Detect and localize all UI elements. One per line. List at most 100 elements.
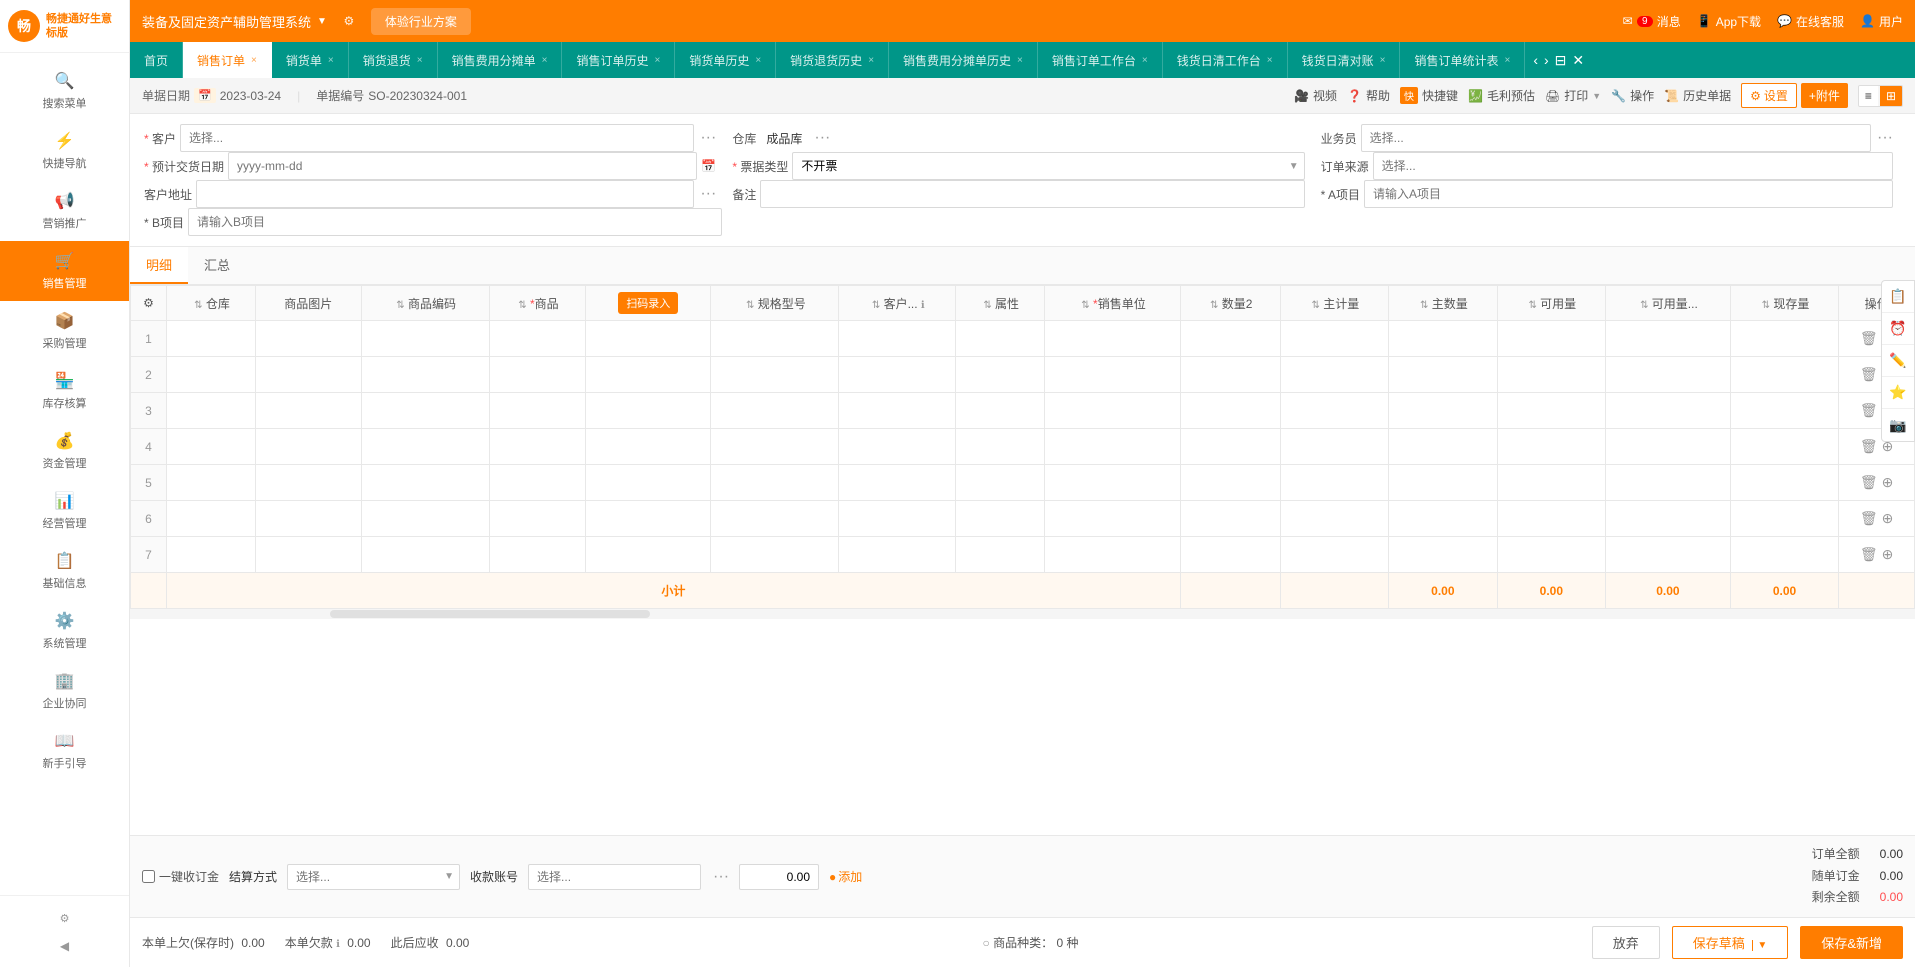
sidebar-collapse-btn[interactable]: ◀ xyxy=(0,933,129,959)
add-payment-btn[interactable]: ● 添加 xyxy=(829,868,862,885)
remark-input[interactable] xyxy=(760,180,1304,208)
tab-reconcile[interactable]: 钱货日清对账 × xyxy=(1288,42,1401,78)
right-icon-camera[interactable]: 📷 xyxy=(1882,409,1914,441)
row-delete-btn-1[interactable]: 🗑 xyxy=(1860,330,1878,347)
right-icon-clock[interactable]: ⏰ xyxy=(1882,313,1914,345)
tab-sales-invoice-close[interactable]: × xyxy=(328,55,334,66)
th-available2[interactable]: ⇅ 可用量... xyxy=(1606,286,1731,321)
toolbar-help[interactable]: ❓ 帮助 xyxy=(1347,87,1390,104)
save-draft-button[interactable]: 保存草稿 ▼ xyxy=(1672,926,1789,959)
tab-sales-invoice-history-close[interactable]: × xyxy=(755,55,761,66)
row-cust-code-3[interactable] xyxy=(839,393,956,429)
th-attribute[interactable]: ⇅ 属性 xyxy=(956,286,1045,321)
row-attr-1[interactable] xyxy=(956,321,1045,357)
tab-workbench-close[interactable]: × xyxy=(1142,55,1148,66)
row-delete-btn-4[interactable]: 🗑 xyxy=(1860,438,1878,455)
row-cust-code-6[interactable] xyxy=(839,501,956,537)
th-settings[interactable]: ⚙ xyxy=(131,286,167,321)
header-gear-icon[interactable]: ⚙ xyxy=(335,7,363,35)
warehouse-dots[interactable]: ··· xyxy=(814,129,830,147)
staff-dots[interactable]: ··· xyxy=(1877,129,1893,147)
toolbar-actions[interactable]: 🔧 操作 xyxy=(1611,87,1654,104)
sidebar-item-finance[interactable]: 💰 资金管理 xyxy=(0,421,129,481)
row-spec-2[interactable] xyxy=(711,357,839,393)
tab-sales-invoice-history[interactable]: 销货单历史 × xyxy=(675,42,776,78)
app-download-btn[interactable]: 📱 App下载 xyxy=(1697,13,1761,30)
row-attr-2[interactable] xyxy=(956,357,1045,393)
th-main-unit[interactable]: ⇅ 主计量 xyxy=(1280,286,1388,321)
row-delete-btn-5[interactable]: 🗑 xyxy=(1860,474,1878,491)
sidebar-item-purchase[interactable]: 📦 采购管理 xyxy=(0,301,129,361)
row-code-5[interactable] xyxy=(361,465,489,501)
row-delete-btn-3[interactable]: 🗑 xyxy=(1860,402,1878,419)
row-warehouse-4[interactable] xyxy=(167,429,256,465)
row-cust-code-4[interactable] xyxy=(839,429,956,465)
b-project-input[interactable] xyxy=(188,208,722,236)
a-project-input[interactable] xyxy=(1364,180,1893,208)
row-cust-code-7[interactable] xyxy=(839,537,956,573)
row-main-qty-6[interactable] xyxy=(1389,501,1497,537)
sidebar-item-system[interactable]: ⚙️ 系统管理 xyxy=(0,601,129,661)
row-attr-4[interactable] xyxy=(956,429,1045,465)
tab-prev-arrow[interactable]: ‹ xyxy=(1531,50,1540,70)
th-available[interactable]: ⇅ 可用量 xyxy=(1497,286,1605,321)
toolbar-view[interactable]: 🎥 视频 xyxy=(1294,87,1337,104)
row-spec-5[interactable] xyxy=(711,465,839,501)
row-product-1[interactable] xyxy=(489,321,586,357)
tab-sales-return-close[interactable]: × xyxy=(417,55,423,66)
discard-button[interactable]: 放弃 xyxy=(1592,926,1660,959)
right-icon-edit[interactable]: ✏️ xyxy=(1882,345,1914,377)
tab-sales-return[interactable]: 销货退货 × xyxy=(349,42,438,78)
amount-input[interactable] xyxy=(739,864,819,890)
row-qty2-3[interactable] xyxy=(1180,393,1280,429)
row-sales-unit-5[interactable] xyxy=(1045,465,1181,501)
row-attr-3[interactable] xyxy=(956,393,1045,429)
order-source-input[interactable] xyxy=(1373,152,1893,180)
tab-sales-order[interactable]: 销售订单 × xyxy=(183,42,272,78)
th-customer-code[interactable]: ⇅ 客户... ℹ xyxy=(839,286,956,321)
sidebar-item-enterprise[interactable]: 🏢 企业协同 xyxy=(0,661,129,721)
customer-input[interactable] xyxy=(180,124,694,152)
sidebar-item-inventory[interactable]: 🏪 库存核算 xyxy=(0,361,129,421)
tab-return-history[interactable]: 销货退货历史 × xyxy=(776,42,889,78)
address-dots[interactable]: ··· xyxy=(700,185,716,203)
staff-input[interactable] xyxy=(1361,124,1871,152)
row-attr-6[interactable] xyxy=(956,501,1045,537)
view-grid-btn[interactable]: ⊞ xyxy=(1880,86,1902,106)
tab-sales-order-close[interactable]: × xyxy=(251,55,257,66)
row-warehouse-5[interactable] xyxy=(167,465,256,501)
th-warehouse[interactable]: ⇅ 仓库 xyxy=(167,286,256,321)
th-spec[interactable]: ⇅ 规格型号 xyxy=(711,286,839,321)
save-draft-dropdown-icon[interactable]: ▼ xyxy=(1752,940,1767,951)
row-spec-7[interactable] xyxy=(711,537,839,573)
tab-menu-arrow[interactable]: ⊟ xyxy=(1553,50,1569,71)
row-qty2-2[interactable] xyxy=(1180,357,1280,393)
user-avatar[interactable]: 👤 用户 xyxy=(1860,13,1903,30)
save-new-button[interactable]: 保存&新增 xyxy=(1800,926,1903,959)
row-code-7[interactable] xyxy=(361,537,489,573)
row-warehouse-2[interactable] xyxy=(167,357,256,393)
tab-next-arrow[interactable]: › xyxy=(1542,50,1551,70)
sidebar-item-operation[interactable]: 📊 经营管理 xyxy=(0,481,129,541)
row-delete-btn-7[interactable]: 🗑 xyxy=(1860,546,1878,563)
customer-dots[interactable]: ··· xyxy=(700,129,716,147)
th-code[interactable]: ⇅ 商品编码 xyxy=(361,286,489,321)
row-main-qty-7[interactable] xyxy=(1389,537,1497,573)
message-icon-btn[interactable]: ✉ 9 消息 xyxy=(1623,13,1681,30)
row-cust-code-5[interactable] xyxy=(839,465,956,501)
sidebar-item-marketing[interactable]: 📢 营销推广 xyxy=(0,181,129,241)
tab-home[interactable]: 首页 xyxy=(130,42,183,78)
row-product-2[interactable] xyxy=(489,357,586,393)
row-product-5[interactable] xyxy=(489,465,586,501)
row-code-3[interactable] xyxy=(361,393,489,429)
tab-daily-clear[interactable]: 钱货日清工作台 × xyxy=(1163,42,1288,78)
tab-daily-clear-close[interactable]: × xyxy=(1267,55,1273,66)
row-spec-1[interactable] xyxy=(711,321,839,357)
row-product-6[interactable] xyxy=(489,501,586,537)
row-spec-4[interactable] xyxy=(711,429,839,465)
row-code-2[interactable] xyxy=(361,357,489,393)
toolbar-shortcut[interactable]: 快 快捷键 xyxy=(1400,87,1458,104)
row-sales-unit-4[interactable] xyxy=(1045,429,1181,465)
row-spec-3[interactable] xyxy=(711,393,839,429)
row-product-7[interactable] xyxy=(489,537,586,573)
